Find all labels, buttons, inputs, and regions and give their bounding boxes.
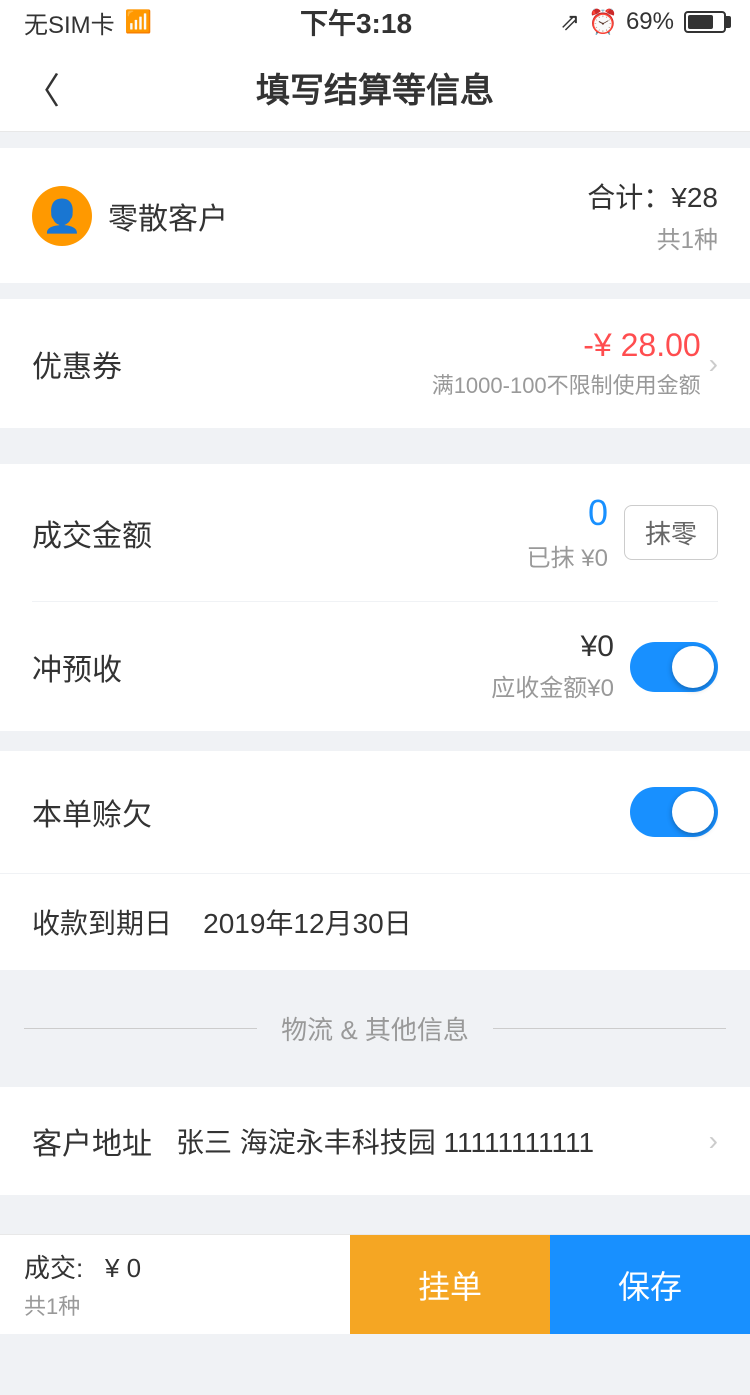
section-gap-3 bbox=[0, 970, 750, 990]
transaction-label: 成交金额 bbox=[32, 511, 152, 555]
debt-row: 本单赊欠 bbox=[32, 751, 718, 873]
address-chevron-icon: › bbox=[709, 1125, 718, 1157]
debt-toggle[interactable] bbox=[630, 787, 718, 837]
save-button[interactable]: 保存 bbox=[550, 1235, 750, 1334]
coupon-info: -¥ 28.00 满1000-100不限制使用金额 bbox=[432, 327, 701, 400]
logistics-label: 物流 & 其他信息 bbox=[281, 1010, 469, 1047]
bottom-deal-label: 成交: bbox=[24, 1253, 83, 1283]
address-row[interactable]: 客户地址 张三 海淀永丰科技园 11111111111 › bbox=[32, 1087, 718, 1195]
coupon-desc: 满1000-100不限制使用金额 bbox=[432, 368, 701, 400]
total-amount: 合计：¥28 bbox=[587, 176, 718, 216]
bottom-deal-amount: ¥ 0 bbox=[105, 1253, 141, 1283]
prepayment-sub: 应收金额¥0 bbox=[491, 668, 614, 703]
due-date-text: 收款到期日 2019年12月30日 bbox=[32, 908, 412, 939]
pending-label: 挂单 bbox=[418, 1262, 482, 1308]
transaction-section: 成交金额 0 已抹 ¥0 抹零 冲预收 ¥0 应收金额¥0 bbox=[0, 464, 750, 731]
debt-label: 本单赊欠 bbox=[32, 790, 152, 834]
bottom-info: 成交: ¥ 0 共1种 bbox=[0, 1235, 350, 1334]
prepayment-row: 冲预收 ¥0 应收金额¥0 bbox=[32, 602, 718, 731]
section-gap-1 bbox=[0, 444, 750, 464]
avatar-icon: 👤 bbox=[42, 197, 82, 235]
transaction-right: 0 已抹 ¥0 抹零 bbox=[527, 492, 718, 573]
customer-right: 合计：¥28 共1种 bbox=[587, 176, 718, 255]
address-value: 张三 海淀永丰科技园 11111111111 bbox=[176, 1121, 709, 1161]
round-off-button[interactable]: 抹零 bbox=[624, 505, 718, 560]
battery-percent: 69% bbox=[626, 8, 674, 36]
customer-card: 👤 零散客户 合计：¥28 共1种 bbox=[0, 148, 750, 283]
battery-icon bbox=[684, 11, 726, 33]
status-bar: 无SIM卡 📶 下午3:18 ⇗ ⏰ 69% bbox=[0, 0, 750, 44]
status-right: ⇗ ⏰ 69% bbox=[560, 8, 726, 37]
coupon-right: -¥ 28.00 满1000-100不限制使用金额 › bbox=[432, 327, 718, 400]
alarm-icon: ⏰ bbox=[588, 8, 618, 37]
page-title: 填写结算等信息 bbox=[256, 63, 494, 112]
coupon-label: 优惠券 bbox=[32, 342, 122, 386]
prepayment-label: 冲预收 bbox=[32, 645, 122, 689]
time-label: 下午3:18 bbox=[300, 2, 412, 42]
nav-bar: 〈 填写结算等信息 bbox=[0, 44, 750, 132]
logistics-separator: 物流 & 其他信息 bbox=[0, 990, 750, 1067]
bottom-bar: 成交: ¥ 0 共1种 挂单 保存 bbox=[0, 1234, 750, 1334]
customer-name: 零散客户 bbox=[108, 194, 228, 238]
coupon-card[interactable]: 优惠券 -¥ 28.00 满1000-100不限制使用金额 › bbox=[0, 299, 750, 428]
customer-left: 👤 零散客户 bbox=[32, 186, 228, 246]
toggle-knob bbox=[672, 646, 714, 688]
address-section[interactable]: 客户地址 张三 海淀永丰科技园 11111111111 › bbox=[0, 1087, 750, 1195]
transaction-row: 成交金额 0 已抹 ¥0 抹零 bbox=[32, 464, 718, 602]
carrier-label: 无SIM卡 bbox=[24, 5, 115, 40]
chevron-right-icon: › bbox=[709, 348, 718, 380]
due-date-label: 收款到期日 bbox=[32, 908, 172, 939]
back-button[interactable]: 〈 bbox=[24, 62, 60, 114]
coupon-row[interactable]: 优惠券 -¥ 28.00 满1000-100不限制使用金额 › bbox=[0, 299, 750, 428]
total-count: 共1种 bbox=[587, 220, 718, 255]
bottom-deal-text: 成交: ¥ 0 bbox=[24, 1248, 326, 1285]
prepayment-amount: ¥0 bbox=[491, 630, 614, 664]
coupon-discount: -¥ 28.00 bbox=[432, 327, 701, 364]
transaction-sub: 已抹 ¥0 bbox=[527, 538, 608, 573]
location-icon: ⇗ bbox=[560, 8, 580, 37]
save-label: 保存 bbox=[618, 1262, 682, 1308]
pending-button[interactable]: 挂单 bbox=[350, 1235, 550, 1334]
debt-toggle-knob bbox=[672, 791, 714, 833]
due-date-value: 2019年12月30日 bbox=[203, 908, 412, 939]
avatar: 👤 bbox=[32, 186, 92, 246]
prepayment-info: ¥0 应收金额¥0 bbox=[491, 630, 614, 703]
prepayment-toggle[interactable] bbox=[630, 642, 718, 692]
prepayment-right: ¥0 应收金额¥0 bbox=[491, 630, 718, 703]
status-left: 无SIM卡 📶 bbox=[24, 5, 152, 40]
debt-section: 本单赊欠 bbox=[0, 751, 750, 873]
customer-row: 👤 零散客户 合计：¥28 共1种 bbox=[0, 148, 750, 283]
bottom-count: 共1种 bbox=[24, 1289, 326, 1321]
section-gap-4 bbox=[0, 1067, 750, 1087]
section-gap-2 bbox=[0, 731, 750, 751]
wifi-icon: 📶 bbox=[125, 9, 152, 35]
due-date-row: 收款到期日 2019年12月30日 bbox=[0, 873, 750, 970]
transaction-amount-value[interactable]: 0 bbox=[527, 492, 608, 534]
address-label: 客户地址 bbox=[32, 1119, 152, 1163]
